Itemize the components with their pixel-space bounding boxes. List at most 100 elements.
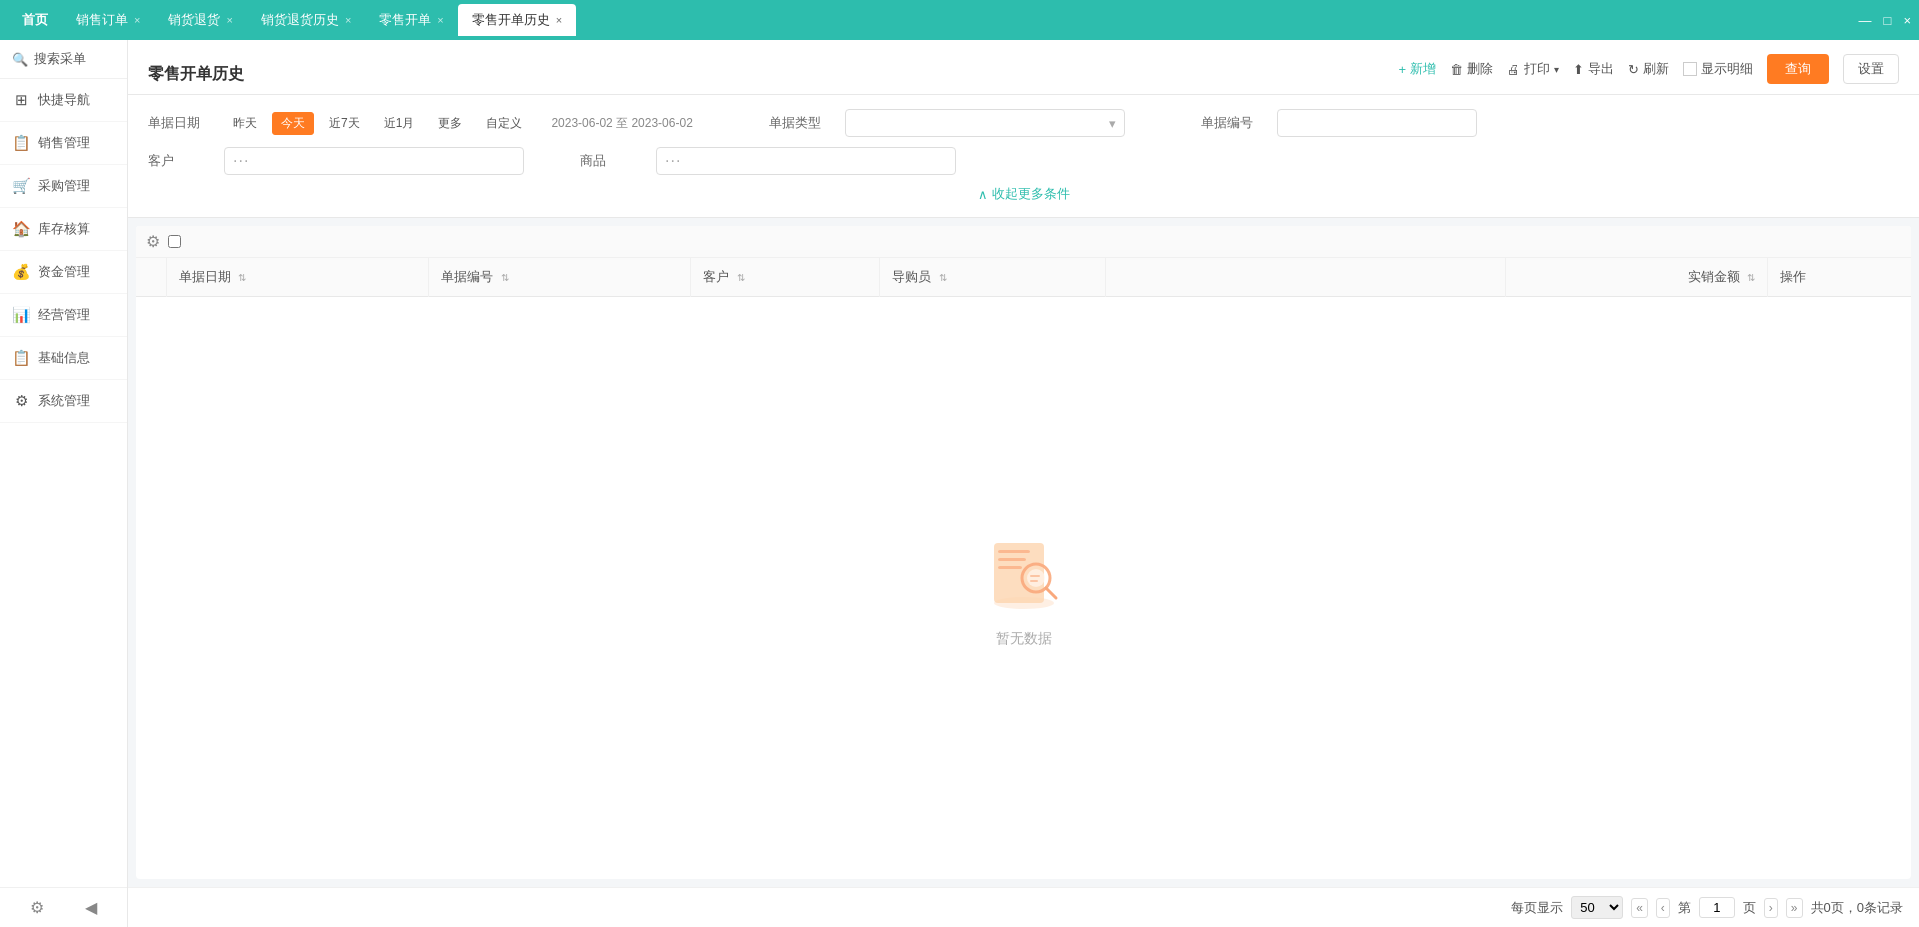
refresh-button[interactable]: ↻ 刷新 — [1628, 60, 1669, 78]
th-customer-sort: ⇅ — [737, 272, 745, 283]
per-page-select[interactable]: 50 10 20 100 — [1571, 896, 1623, 919]
sidebar-item-quick-nav[interactable]: ⊞ 快捷导航 — [0, 79, 127, 122]
sidebar-item-finance-label: 资金管理 — [38, 263, 90, 281]
tab-bar: 首页 销售订单 × 销货退货 × 销货退货历史 × 零售开单 × 零售开单历史 … — [0, 0, 1919, 40]
sidebar-item-finance[interactable]: 💰 资金管理 — [0, 251, 127, 294]
th-operation: 操作 — [1768, 258, 1911, 297]
sidebar-search[interactable]: 🔍 搜索采单 — [0, 40, 127, 79]
window-close[interactable]: × — [1903, 13, 1911, 28]
date-btn-last7[interactable]: 近7天 — [320, 112, 369, 135]
date-btn-more[interactable]: 更多 — [429, 112, 471, 135]
footer-collapse-icon[interactable]: ◀ — [85, 898, 97, 917]
tab-sales-order-label: 销售订单 — [76, 11, 128, 29]
query-button[interactable]: 查询 — [1767, 54, 1829, 84]
add-icon: + — [1398, 62, 1406, 77]
svg-line-7 — [1046, 588, 1056, 598]
sidebar: 🔍 搜索采单 ⊞ 快捷导航 📋 销售管理 🛒 采购管理 🏠 库存核算 💰 资金管… — [0, 40, 128, 927]
customer-label: 客户 — [148, 152, 208, 170]
collapse-label: 收起更多条件 — [992, 185, 1070, 203]
tab-home[interactable]: 首页 — [8, 4, 62, 36]
th-salesperson-label: 导购员 — [892, 269, 931, 284]
tab-sales-return-close[interactable]: × — [226, 14, 232, 26]
delete-icon: 🗑 — [1450, 62, 1463, 77]
sidebar-item-sales-mgmt-label: 销售管理 — [38, 134, 90, 152]
doc-type-select[interactable]: ▾ — [845, 109, 1125, 137]
tab-sales-return-label: 销货退货 — [168, 11, 220, 29]
add-button[interactable]: + 新增 — [1398, 60, 1436, 78]
sidebar-item-inventory[interactable]: 🏠 库存核算 — [0, 208, 127, 251]
tab-retail-open[interactable]: 零售开单 × — [365, 4, 457, 36]
goods-select[interactable]: ··· — [656, 147, 956, 175]
current-page-input[interactable] — [1699, 897, 1735, 918]
doc-no-input[interactable] — [1277, 109, 1477, 137]
th-actual-amount[interactable]: 实销金额 ⇅ — [1505, 258, 1767, 297]
th-doc-no[interactable]: 单据编号 ⇅ — [428, 258, 690, 297]
last-page-btn[interactable]: » — [1786, 898, 1803, 918]
content-area: 零售开单历史 + 新增 🗑 删除 🖨 打印 ▾ ⬆ 导出 — [128, 40, 1919, 927]
collapse-arrow-icon: ∧ — [978, 187, 988, 202]
table-area: ⚙ 单据日期 ⇅ 单据编号 ⇅ — [136, 226, 1911, 879]
tab-home-label: 首页 — [22, 11, 48, 29]
prev-page-btn[interactable]: ‹ — [1656, 898, 1670, 918]
show-detail-toggle[interactable]: 显示明细 — [1683, 60, 1753, 78]
sidebar-item-basic-info-label: 基础信息 — [38, 349, 90, 367]
filter-row-date: 单据日期 昨天 今天 近7天 近1月 更多 自定义 2023-06-02 至 2… — [148, 109, 1899, 137]
th-doc-date-label: 单据日期 — [179, 269, 231, 284]
empty-text: 暂无数据 — [996, 630, 1052, 648]
collapse-more-btn[interactable]: ∧ 收起更多条件 — [148, 185, 1899, 203]
page-suffix: 页 — [1743, 899, 1756, 917]
page-title: 零售开单历史 — [148, 64, 244, 85]
table-config-icon[interactable]: ⚙ — [146, 232, 160, 251]
delete-button[interactable]: 🗑 删除 — [1450, 60, 1493, 78]
date-btn-yesterday[interactable]: 昨天 — [224, 112, 266, 135]
tab-sales-order[interactable]: 销售订单 × — [62, 4, 154, 36]
date-btn-custom[interactable]: 自定义 — [477, 112, 531, 135]
delete-label: 删除 — [1467, 60, 1493, 78]
doc-type-label: 单据类型 — [769, 114, 829, 132]
goods-label: 商品 — [580, 152, 640, 170]
tab-retail-open-history[interactable]: 零售开单历史 × — [458, 4, 576, 36]
footer-settings-icon[interactable]: ⚙ — [30, 898, 44, 917]
th-salesperson-sort: ⇅ — [939, 272, 947, 283]
date-btn-last-month[interactable]: 近1月 — [375, 112, 424, 135]
print-button[interactable]: 🖨 打印 ▾ — [1507, 60, 1559, 78]
per-page-label: 每页显示 — [1511, 899, 1563, 917]
sidebar-item-basic-info[interactable]: 📋 基础信息 — [0, 337, 127, 380]
tab-retail-open-label: 零售开单 — [379, 11, 431, 29]
setting-button[interactable]: 设置 — [1843, 54, 1899, 84]
svg-rect-3 — [998, 558, 1026, 561]
sidebar-item-ops-mgmt[interactable]: 📊 经营管理 — [0, 294, 127, 337]
tab-sales-return[interactable]: 销货退货 × — [154, 4, 246, 36]
sidebar-item-purchase-mgmt[interactable]: 🛒 采购管理 — [0, 165, 127, 208]
th-salesperson[interactable]: 导购员 ⇅ — [880, 258, 1106, 297]
date-btn-today[interactable]: 今天 — [272, 112, 314, 135]
quick-nav-icon: ⊞ — [12, 91, 30, 109]
tab-retail-open-history-close[interactable]: × — [556, 14, 562, 26]
customer-select[interactable]: ··· — [224, 147, 524, 175]
svg-rect-4 — [998, 566, 1022, 569]
export-button[interactable]: ⬆ 导出 — [1573, 60, 1614, 78]
select-all-checkbox[interactable] — [168, 235, 181, 248]
svg-rect-2 — [998, 550, 1030, 553]
doc-type-arrow: ▾ — [1109, 116, 1116, 131]
tab-retail-open-close[interactable]: × — [437, 14, 443, 26]
sidebar-item-sales-mgmt[interactable]: 📋 销售管理 — [0, 122, 127, 165]
tab-sales-return-history[interactable]: 销货退货历史 × — [247, 4, 365, 36]
sidebar-item-sys-mgmt[interactable]: ⚙ 系统管理 — [0, 380, 127, 423]
window-minimize[interactable]: — — [1859, 13, 1872, 28]
toolbar: + 新增 🗑 删除 🖨 打印 ▾ ⬆ 导出 ↻ 刷新 — [1398, 54, 1899, 94]
tab-sales-order-close[interactable]: × — [134, 14, 140, 26]
th-actual-amount-sort: ⇅ — [1747, 272, 1755, 283]
finance-icon: 💰 — [12, 263, 30, 281]
first-page-btn[interactable]: « — [1631, 898, 1648, 918]
total-info: 共0页，0条记录 — [1811, 899, 1903, 917]
th-actual-amount-label: 实销金额 — [1688, 269, 1740, 284]
window-maximize[interactable]: □ — [1884, 13, 1892, 28]
tab-sales-return-history-close[interactable]: × — [345, 14, 351, 26]
th-spacer — [1105, 258, 1505, 297]
th-doc-date[interactable]: 单据日期 ⇅ — [166, 258, 428, 297]
next-page-btn[interactable]: › — [1764, 898, 1778, 918]
tab-bar-right: — □ × — [1859, 13, 1911, 28]
th-customer[interactable]: 客户 ⇅ — [691, 258, 880, 297]
sys-mgmt-icon: ⚙ — [12, 392, 30, 410]
